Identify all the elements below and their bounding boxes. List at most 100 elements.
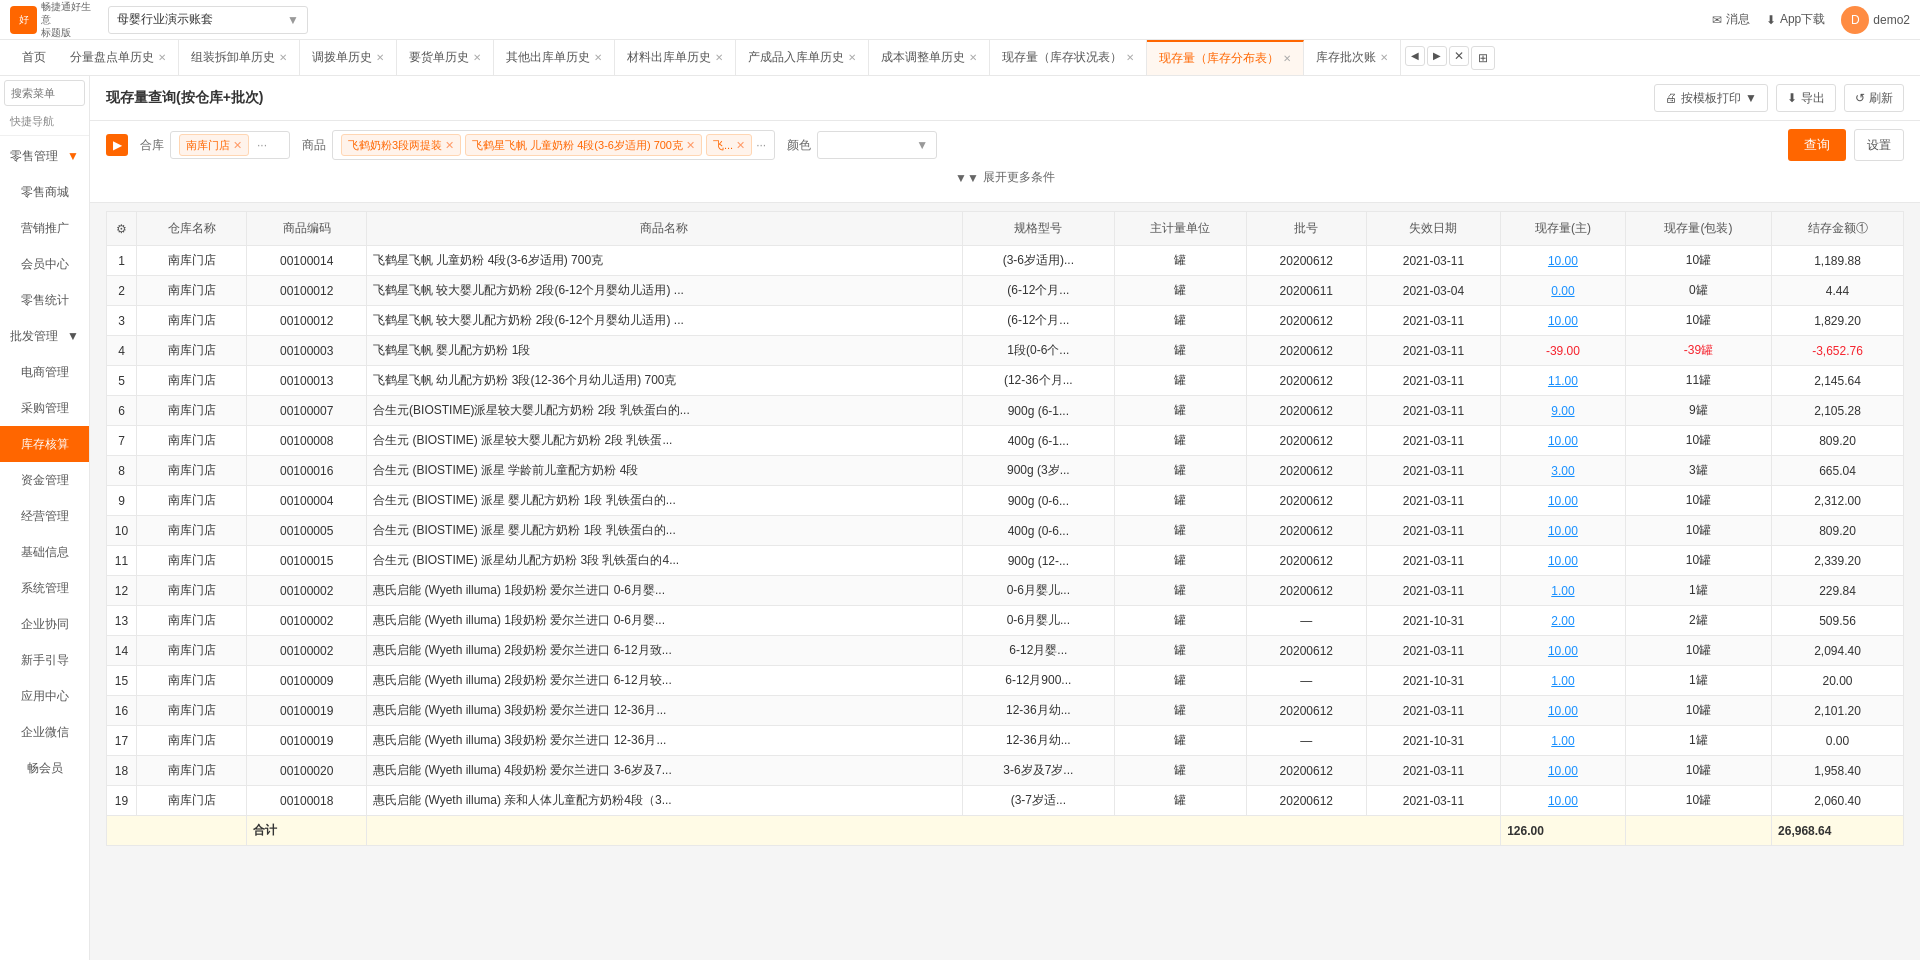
tab-product-in-history[interactable]: 产成品入库单历史 ✕ xyxy=(736,40,869,76)
tab-split-history[interactable]: 分量盘点单历史 ✕ xyxy=(58,40,179,76)
sidebar-item-member[interactable]: 会员中心 xyxy=(0,246,89,282)
tab-batch-account[interactable]: 库存批次账 ✕ xyxy=(1304,40,1401,76)
cell-amount: 20.00 xyxy=(1772,666,1904,696)
tab-close-icon[interactable]: ✕ xyxy=(594,52,602,63)
sidebar-item-retail-shop[interactable]: 零售商城 xyxy=(0,174,89,210)
sidebar-item-ecommerce[interactable]: 电商管理 xyxy=(0,354,89,390)
tab-close-icon[interactable]: ✕ xyxy=(473,52,481,63)
tab-disassemble-history[interactable]: 组装拆卸单历史 ✕ xyxy=(179,40,300,76)
tab-req-history[interactable]: 要货单历史 ✕ xyxy=(397,40,494,76)
sidebar-item-marketing[interactable]: 营销推广 xyxy=(0,210,89,246)
tab-cost-adjust-history[interactable]: 成本调整单历史 ✕ xyxy=(869,40,990,76)
cell-qty-main[interactable]: 1.00 xyxy=(1501,576,1626,606)
query-button[interactable]: 查询 xyxy=(1788,129,1846,161)
tab-adjust-history[interactable]: 调拨单历史 ✕ xyxy=(300,40,397,76)
cell-spec: (6-12个月... xyxy=(962,276,1114,306)
cell-qty-main[interactable]: 2.00 xyxy=(1501,606,1626,636)
tab-inventory-status[interactable]: 现存量（库存状况表） ✕ xyxy=(990,40,1147,76)
cell-qty-main[interactable]: 3.00 xyxy=(1501,456,1626,486)
cell-name: 飞鹤星飞帆 较大婴儿配方奶粉 2段(6-12个月婴幼儿适用) ... xyxy=(367,276,963,306)
account-dropdown[interactable]: 母婴行业演示账套 ▼ xyxy=(108,6,308,34)
sidebar-item-finance[interactable]: 资金管理 xyxy=(0,462,89,498)
cell-amount: 2,312.00 xyxy=(1772,486,1904,516)
ellipsis-btn[interactable]: ··· xyxy=(257,138,267,152)
refresh-button[interactable]: ↺ 刷新 xyxy=(1844,84,1904,112)
cell-code: 00100014 xyxy=(247,246,367,276)
sidebar-item-purchase[interactable]: 采购管理 xyxy=(0,390,89,426)
table-row: 12 南库门店 00100002 惠氏启能 (Wyeth illuma) 1段奶… xyxy=(107,576,1904,606)
cell-qty-main[interactable]: 1.00 xyxy=(1501,666,1626,696)
cell-qty-main[interactable]: 1.00 xyxy=(1501,726,1626,756)
tab-next-button[interactable]: ▶ xyxy=(1427,46,1447,66)
filter-expand-toggle[interactable]: ▶ xyxy=(106,134,128,156)
cell-qty-main[interactable]: 11.00 xyxy=(1501,366,1626,396)
search-menu-input[interactable] xyxy=(4,80,85,106)
tab-close-icon[interactable]: ✕ xyxy=(279,52,287,63)
sidebar-item-retail-mgmt[interactable]: 零售管理 ▼ xyxy=(0,138,89,174)
tab-home[interactable]: 首页 xyxy=(10,49,58,66)
tab-material-out-history[interactable]: 材料出库单历史 ✕ xyxy=(615,40,736,76)
user-profile[interactable]: D demo2 xyxy=(1841,6,1910,34)
tab-close-icon[interactable]: ✕ xyxy=(1380,52,1388,63)
sidebar-item-enterprise[interactable]: 企业协同 xyxy=(0,606,89,642)
cell-qty-main[interactable]: 0.00 xyxy=(1501,276,1626,306)
cell-qty-main[interactable]: 10.00 xyxy=(1501,486,1626,516)
tab-expand-button[interactable]: ⊞ xyxy=(1471,46,1495,70)
content-area: 现存量查询(按仓库+批次) 🖨 按模板打印 ▼ ⬇ 导出 ↺ 刷新 xyxy=(90,76,1920,960)
tab-inventory-dist[interactable]: 现存量（库存分布表） ✕ xyxy=(1147,40,1304,76)
tab-prev-button[interactable]: ◀ xyxy=(1405,46,1425,66)
sidebar-item-new-guide[interactable]: 新手引导 xyxy=(0,642,89,678)
cell-expire: 2021-03-11 xyxy=(1366,246,1500,276)
tab-other-out-history[interactable]: 其他出库单历史 ✕ xyxy=(494,40,615,76)
color-field[interactable]: ▼ xyxy=(817,131,937,159)
sidebar-item-inventory[interactable]: 库存核算 xyxy=(0,426,89,462)
cell-qty-main[interactable]: 10.00 xyxy=(1501,756,1626,786)
sidebar-item-basic-info[interactable]: 基础信息 xyxy=(0,534,89,570)
cell-unit: 罐 xyxy=(1114,636,1246,666)
tab-close-icon[interactable]: ✕ xyxy=(376,52,384,63)
app-download-button[interactable]: ⬇ App下载 xyxy=(1766,11,1825,28)
cell-qty-main[interactable]: 10.00 xyxy=(1501,426,1626,456)
tab-close-icon[interactable]: ✕ xyxy=(1283,53,1291,64)
cell-qty-main[interactable]: 10.00 xyxy=(1501,696,1626,726)
tab-close-icon[interactable]: ✕ xyxy=(158,52,166,63)
tab-close-icon[interactable]: ✕ xyxy=(969,52,977,63)
cell-qty-main[interactable]: 10.00 xyxy=(1501,636,1626,666)
sidebar-item-member2[interactable]: 畅会员 xyxy=(0,750,89,786)
sidebar-item-wholesale[interactable]: 批发管理 ▼ xyxy=(0,318,89,354)
message-icon: ✉ xyxy=(1712,13,1722,27)
sidebar-item-retail-stats[interactable]: 零售统计 xyxy=(0,282,89,318)
product-field[interactable]: 飞鹤奶粉3段两提装 ✕ 飞鹤星飞帆 儿童奶粉 4段(3-6岁适用) 700克 ✕… xyxy=(332,130,775,160)
logo-icon: 好 xyxy=(10,6,37,34)
message-button[interactable]: ✉ 消息 xyxy=(1712,11,1750,28)
template-print-button[interactable]: 🖨 按模板打印 ▼ xyxy=(1654,84,1768,112)
tab-close-icon[interactable]: ✕ xyxy=(1126,52,1134,63)
cell-warehouse: 南库门店 xyxy=(137,306,247,336)
tag-close-icon[interactable]: ✕ xyxy=(445,139,454,152)
cell-qty-main[interactable]: 10.00 xyxy=(1501,306,1626,336)
export-button[interactable]: ⬇ 导出 xyxy=(1776,84,1836,112)
ellipsis-btn[interactable]: ··· xyxy=(756,138,766,152)
cell-code: 00100019 xyxy=(247,696,367,726)
cell-qty-main[interactable]: 10.00 xyxy=(1501,786,1626,816)
sidebar-item-operations[interactable]: 经营管理 xyxy=(0,498,89,534)
cell-expire: 2021-03-11 xyxy=(1366,576,1500,606)
tag-close-icon[interactable]: ✕ xyxy=(233,139,242,152)
tab-close-all-button[interactable]: ✕ xyxy=(1449,46,1469,66)
sidebar-item-system[interactable]: 系统管理 xyxy=(0,570,89,606)
setting-button[interactable]: 设置 xyxy=(1854,129,1904,161)
cell-qty-main[interactable]: 10.00 xyxy=(1501,516,1626,546)
warehouse-field[interactable]: 南库门店 ✕ ··· xyxy=(170,131,290,159)
tag-close-icon[interactable]: ✕ xyxy=(686,139,695,152)
chevron-down-icon: ▼ xyxy=(1745,91,1757,105)
cell-qty-main[interactable]: 9.00 xyxy=(1501,396,1626,426)
sidebar-item-enterprise-wechat[interactable]: 企业微信 xyxy=(0,714,89,750)
cell-warehouse: 南库门店 xyxy=(137,336,247,366)
tag-close-icon[interactable]: ✕ xyxy=(736,139,745,152)
cell-qty-main[interactable]: 10.00 xyxy=(1501,246,1626,276)
sidebar-item-app-center[interactable]: 应用中心 xyxy=(0,678,89,714)
tab-close-icon[interactable]: ✕ xyxy=(848,52,856,63)
cell-qty-main[interactable]: 10.00 xyxy=(1501,546,1626,576)
expand-more-btn[interactable]: ▼▼ 展开更多条件 xyxy=(947,165,1063,190)
tab-close-icon[interactable]: ✕ xyxy=(715,52,723,63)
